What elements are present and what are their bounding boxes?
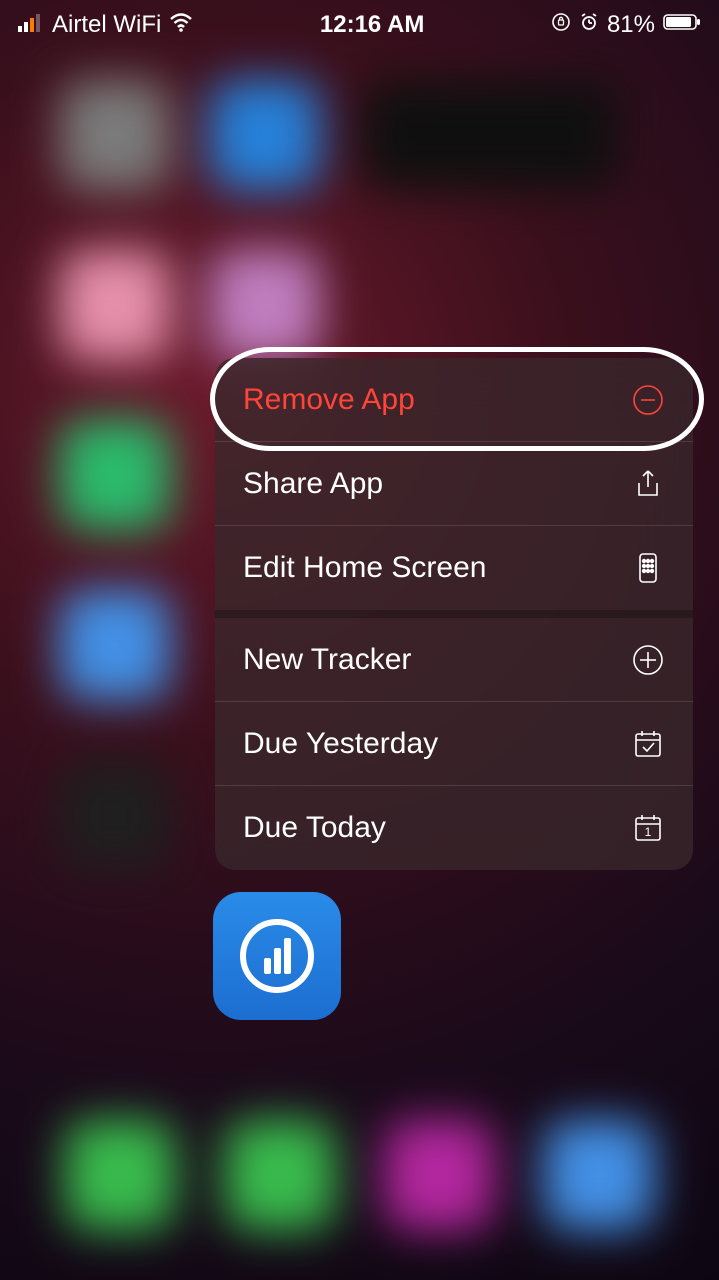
- new-tracker-item[interactable]: New Tracker: [215, 618, 693, 702]
- edit-home-screen-item[interactable]: Edit Home Screen: [215, 526, 693, 610]
- menu-item-label: New Tracker: [243, 643, 411, 677]
- wifi-icon: [169, 11, 193, 39]
- menu-group-divider: [215, 610, 693, 618]
- due-today-item[interactable]: Due Today 1: [215, 786, 693, 870]
- svg-text:1: 1: [645, 825, 652, 839]
- clock-label: 12:16 AM: [320, 11, 424, 39]
- status-bar: Airtel WiFi 12:16 AM 81%: [0, 0, 719, 44]
- due-yesterday-item[interactable]: Due Yesterday: [215, 702, 693, 786]
- menu-item-label: Due Yesterday: [243, 727, 438, 761]
- battery-icon: [663, 11, 701, 39]
- apps-icon: [631, 551, 665, 585]
- alarm-icon: [579, 11, 599, 39]
- menu-item-label: Remove App: [243, 383, 415, 417]
- orientation-lock-icon: [551, 11, 571, 39]
- minus-circle-icon: [631, 383, 665, 417]
- app-context-menu: Remove App Share App Edit Home Screen Ne…: [215, 358, 693, 870]
- share-app-item[interactable]: Share App: [215, 442, 693, 526]
- battery-percent-label: 81%: [607, 11, 655, 39]
- carrier-label: Airtel WiFi: [52, 11, 161, 39]
- menu-item-label: Edit Home Screen: [243, 551, 486, 585]
- plus-circle-icon: [631, 643, 665, 677]
- menu-item-label: Due Today: [243, 811, 386, 845]
- menu-item-label: Share App: [243, 467, 383, 501]
- remove-app-item[interactable]: Remove App: [215, 358, 693, 442]
- share-icon: [631, 467, 665, 501]
- tracker-app-icon[interactable]: [213, 892, 341, 1020]
- calendar-day-icon: 1: [631, 811, 665, 845]
- calendar-check-icon: [631, 727, 665, 761]
- signal-icon: [18, 11, 44, 39]
